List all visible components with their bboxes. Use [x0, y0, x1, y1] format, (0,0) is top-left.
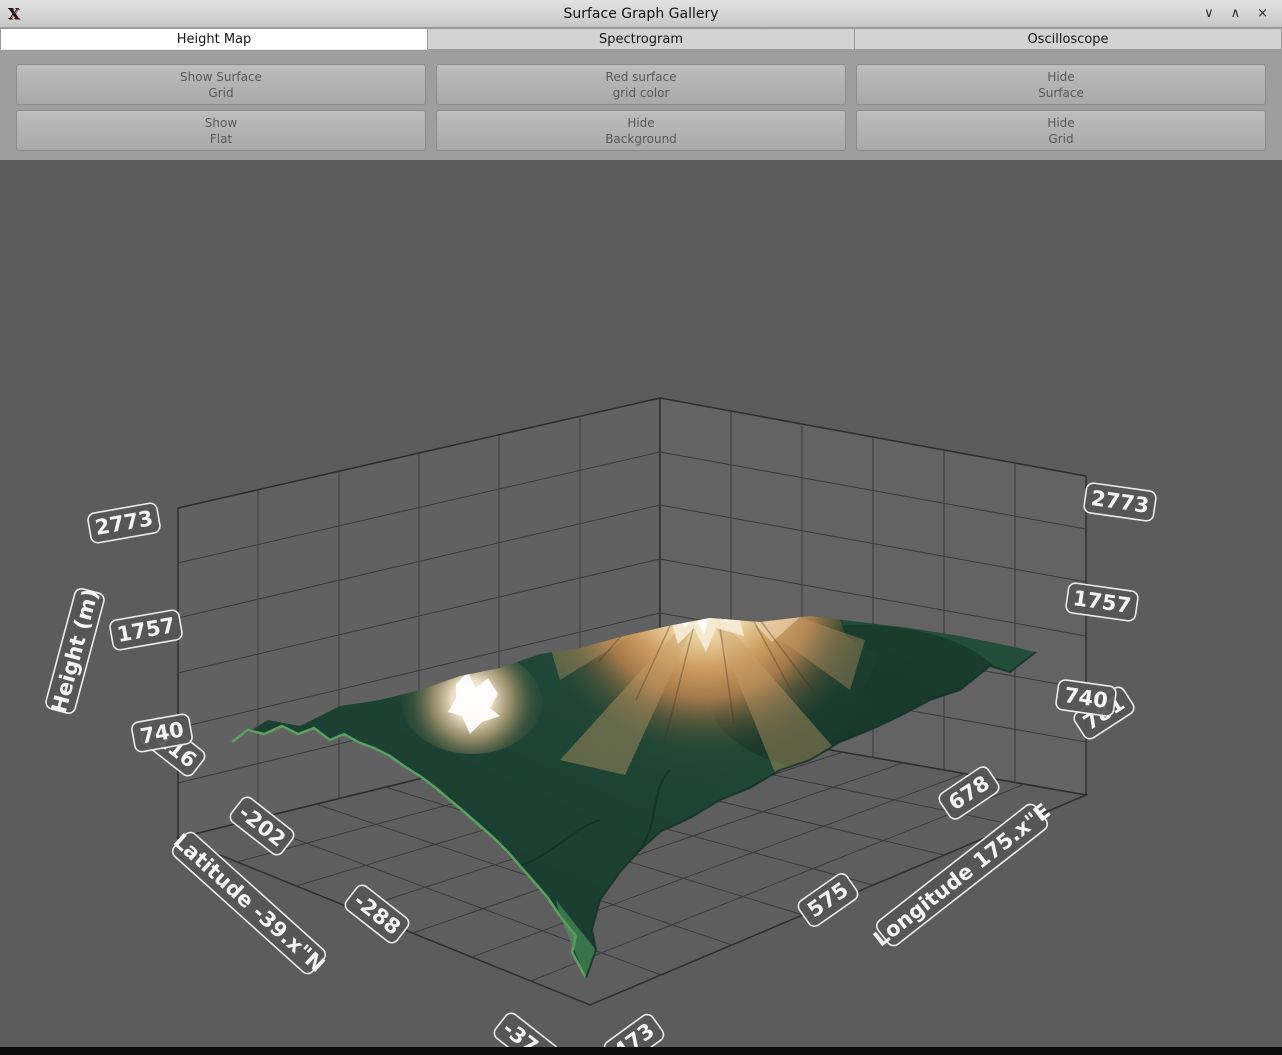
button-label: Surface [1038, 85, 1084, 101]
window-title: Surface Graph Gallery [0, 6, 1282, 22]
chevron-down-icon[interactable]: ∨ [1204, 7, 1214, 20]
hide-grid-button[interactable]: Hide Grid [856, 110, 1266, 151]
hide-surface-button[interactable]: Hide Surface [856, 64, 1266, 105]
button-label: grid color [613, 85, 670, 101]
titlebar: X Surface Graph Gallery ∨ ∧ × [0, 0, 1282, 28]
button-label: Grid [208, 85, 233, 101]
surface-plot[interactable]: 781 678 575 473 Longitude 175.x"E [0, 160, 1282, 1047]
tab-height-map[interactable]: Height Map [0, 28, 428, 50]
tab-oscilloscope[interactable]: Oscilloscope [855, 28, 1282, 50]
button-label: Hide [1047, 115, 1074, 131]
button-label: Red surface [606, 69, 677, 85]
hide-background-button[interactable]: Hide Background [436, 110, 846, 151]
chevron-up-icon[interactable]: ∧ [1231, 7, 1241, 20]
show-flat-button[interactable]: Show Flat [16, 110, 426, 151]
tab-spectrogram[interactable]: Spectrogram [428, 28, 855, 50]
button-label: Background [605, 131, 677, 147]
show-surface-grid-button[interactable]: Show Surface Grid [16, 64, 426, 105]
button-label: Show [205, 115, 237, 131]
red-surface-grid-color-button[interactable]: Red surface grid color [436, 64, 846, 105]
button-grid: Show Surface Grid Red surface grid color… [16, 64, 1266, 151]
bottom-screen-edge [0, 1047, 1282, 1055]
button-label: Show Surface [180, 69, 262, 85]
button-label: Grid [1048, 131, 1073, 147]
button-label: Hide [1047, 69, 1074, 85]
window-controls: ∨ ∧ × [1204, 7, 1274, 20]
tab-bar: Height Map Spectrogram Oscilloscope [0, 28, 1282, 50]
app-window: X Surface Graph Gallery ∨ ∧ × Height Map… [0, 0, 1282, 1055]
surface-plot-canvas[interactable]: 781 678 575 473 Longitude 175.x"E [0, 160, 1282, 1047]
close-icon[interactable]: × [1257, 7, 1268, 20]
button-label: Flat [210, 131, 232, 147]
app-icon: X [8, 5, 28, 23]
control-panel: Show Surface Grid Red surface grid color… [0, 50, 1282, 160]
button-label: Hide [627, 115, 654, 131]
